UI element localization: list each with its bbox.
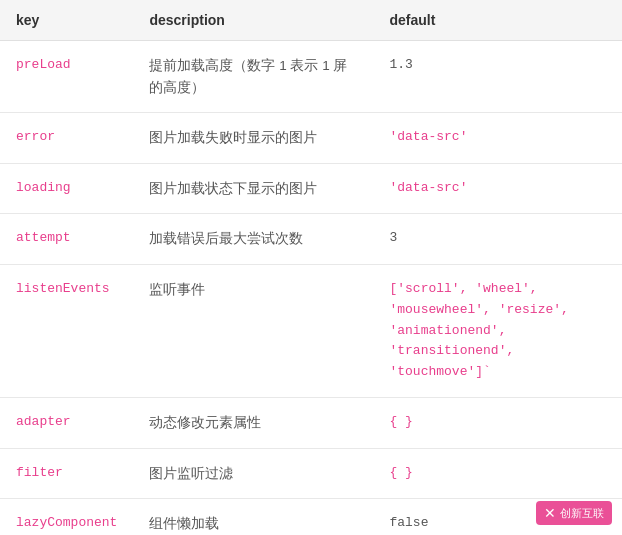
default-value: 'data-src' (389, 129, 467, 144)
default-value: false (389, 515, 428, 530)
col-header-description: description (133, 0, 373, 41)
default-value: 1.3 (389, 57, 412, 72)
cell-default: { } (373, 397, 622, 448)
default-value: 3 (389, 230, 397, 245)
cell-key: lazyComponent (0, 499, 133, 535)
cell-key: attempt (0, 214, 133, 265)
cell-default: 'data-src' (373, 163, 622, 214)
table-row: attempt加载错误后最大尝试次数 3 (0, 214, 622, 265)
cell-default: { } (373, 448, 622, 499)
api-table: key description default preLoad提前加载高度（数字… (0, 0, 622, 535)
cell-description: 组件懒加载 (133, 499, 373, 535)
cell-default: 'data-src' (373, 113, 622, 164)
default-value: 'data-src' (389, 180, 467, 195)
cell-key: loading (0, 163, 133, 214)
table-row: lazyComponent组件懒加载 false (0, 499, 622, 535)
table-header-row: key description default (0, 0, 622, 41)
cell-description: 监听事件 (133, 264, 373, 397)
cell-key: preLoad (0, 41, 133, 113)
cell-description: 图片监听过滤 (133, 448, 373, 499)
table-row: loading图片加载状态下显示的图片 'data-src' (0, 163, 622, 214)
cell-default: 3 (373, 214, 622, 265)
cell-description: 加载错误后最大尝试次数 (133, 214, 373, 265)
watermark-icon: ✕ (544, 505, 556, 521)
table-row: adapter动态修改元素属性 { } (0, 397, 622, 448)
table-row: preLoad提前加载高度（数字 1 表示 1 屏的高度） 1.3 (0, 41, 622, 113)
col-header-default: default (373, 0, 622, 41)
cell-default: ['scroll', 'wheel', 'mousewheel', 'resiz… (373, 264, 622, 397)
col-header-key: key (0, 0, 133, 41)
watermark: ✕ 创新互联 (536, 501, 612, 525)
cell-default: 1.3 (373, 41, 622, 113)
cell-key: filter (0, 448, 133, 499)
cell-description: 图片加载状态下显示的图片 (133, 163, 373, 214)
table-row: filter图片监听过滤 { } (0, 448, 622, 499)
cell-key: error (0, 113, 133, 164)
table-row: error图片加载失败时显示的图片 'data-src' (0, 113, 622, 164)
default-value: ['scroll', 'wheel', 'mousewheel', 'resiz… (389, 281, 568, 379)
cell-description: 提前加载高度（数字 1 表示 1 屏的高度） (133, 41, 373, 113)
cell-key: listenEvents (0, 264, 133, 397)
default-value: { } (389, 465, 412, 480)
cell-key: adapter (0, 397, 133, 448)
cell-description: 图片加载失败时显示的图片 (133, 113, 373, 164)
watermark-text: 创新互联 (560, 506, 604, 521)
table-row: listenEvents监听事件['scroll', 'wheel', 'mou… (0, 264, 622, 397)
default-value: { } (389, 414, 412, 429)
cell-description: 动态修改元素属性 (133, 397, 373, 448)
